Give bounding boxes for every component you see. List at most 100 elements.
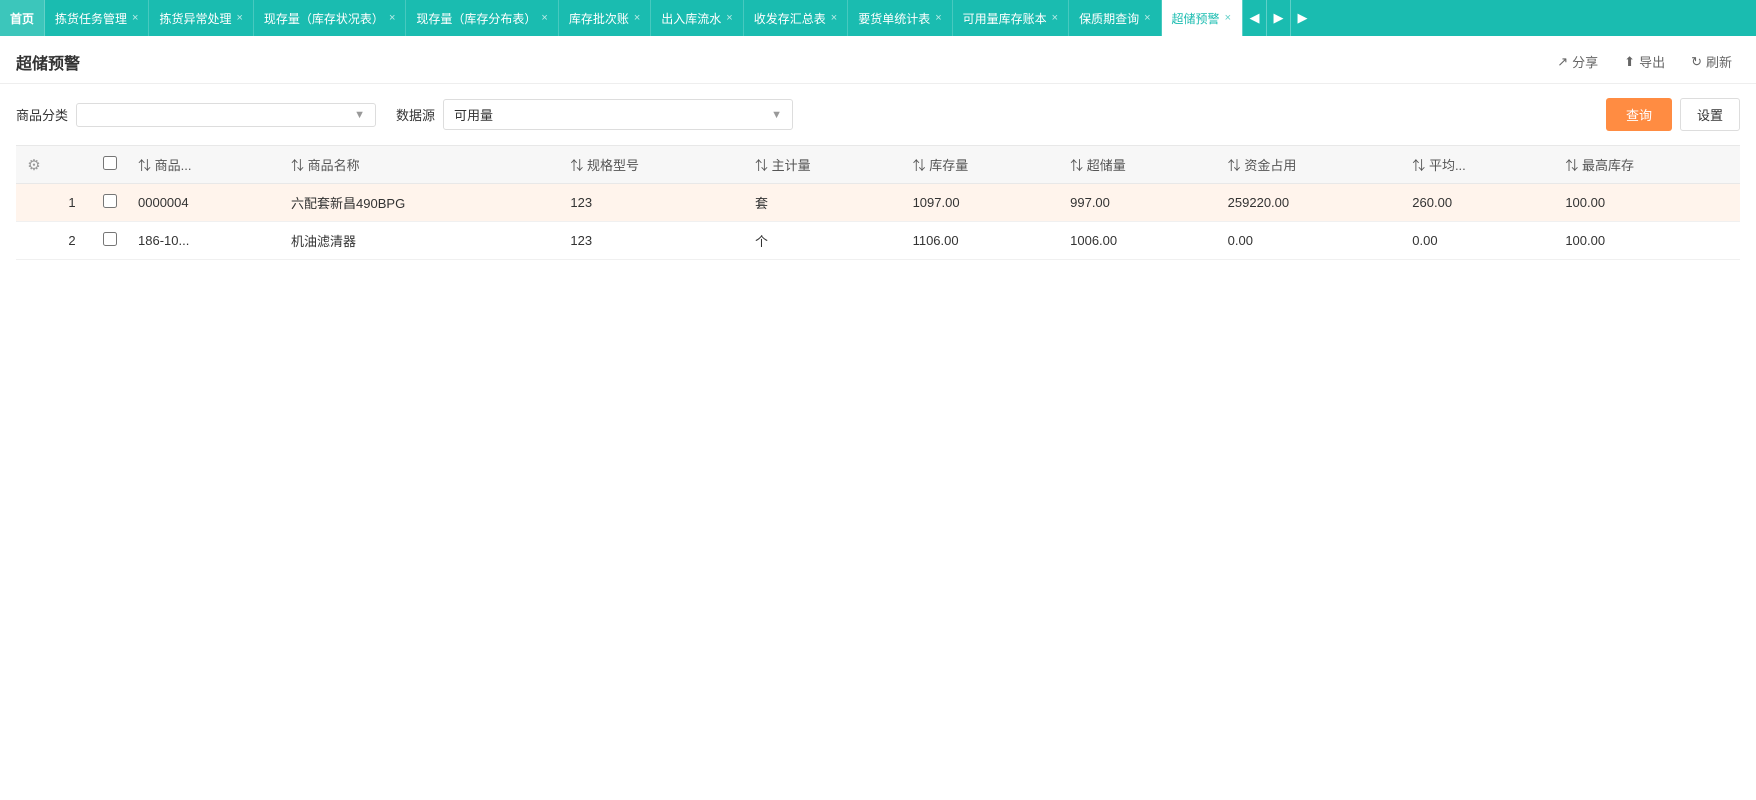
export-label: 导出 — [1639, 52, 1665, 71]
nav-tab-active-close[interactable]: × — [1225, 12, 1231, 24]
nav-tab-6[interactable]: 出入库流水 × — [651, 0, 743, 36]
nav-tab-7[interactable]: 收发存汇总表 × — [744, 0, 848, 36]
row-unit: 个 — [745, 222, 903, 260]
table-row: 2 186-10... 机油滤清器 123 个 1106.00 1006.00 … — [16, 222, 1740, 260]
nav-tab-3[interactable]: 现存量（库存状况表） × — [254, 0, 406, 36]
col-header-max-stock[interactable]: ⇅ 最高库存 — [1555, 146, 1740, 184]
top-navigation: 首页 拣货任务管理 × 拣货异常处理 × 现存量（库存状况表） × 现存量（库存… — [0, 0, 1756, 36]
row-max-stock: 100.00 — [1555, 222, 1740, 260]
nav-tab-8-close[interactable]: × — [935, 12, 941, 24]
table-body: 1 0000004 六配套新昌490BPG 123 套 1097.00 997.… — [16, 184, 1740, 260]
nav-tab-10-close[interactable]: × — [1144, 12, 1150, 24]
row-checkbox-cell — [92, 222, 128, 260]
nav-tab-2-label: 拣货异常处理 — [159, 10, 231, 27]
category-select[interactable]: ▼ — [76, 103, 376, 127]
nav-tab-9[interactable]: 可用量库存账本 × — [953, 0, 1069, 36]
refresh-button[interactable]: ↻ 刷新 — [1683, 48, 1740, 75]
nav-tab-active[interactable]: 超储预警 × — [1162, 0, 1242, 36]
nav-tab-10[interactable]: 保质期查询 × — [1069, 0, 1161, 36]
datasource-filter: 数据源 可用量 ▼ — [396, 99, 793, 130]
nav-tab-6-label: 出入库流水 — [661, 10, 721, 27]
col-header-checkbox — [92, 146, 128, 184]
datasource-label: 数据源 — [396, 105, 435, 124]
nav-expand-arrow[interactable]: ▶ — [1290, 0, 1314, 36]
query-button[interactable]: 查询 — [1606, 98, 1672, 131]
table-row: 1 0000004 六配套新昌490BPG 123 套 1097.00 997.… — [16, 184, 1740, 222]
nav-home[interactable]: 首页 — [0, 0, 45, 36]
row-stock: 1106.00 — [903, 222, 1061, 260]
table-container: ⚙ ⇅ 商品... ⇅ 商品名称 ⇅ 规格型号 — [0, 145, 1756, 260]
category-label: 商品分类 — [16, 105, 68, 124]
row-checkbox-1[interactable] — [103, 232, 117, 246]
col-header-no — [52, 146, 92, 184]
refresh-label: 刷新 — [1706, 52, 1732, 71]
row-checkbox-0[interactable] — [103, 194, 117, 208]
nav-tab-5-close[interactable]: × — [634, 12, 640, 24]
header-actions: ↗ 分享 ⬆ 导出 ↻ 刷新 — [1549, 48, 1740, 75]
nav-tab-6-close[interactable]: × — [726, 12, 732, 24]
category-filter: 商品分类 ▼ — [16, 103, 376, 127]
row-checkbox-cell — [92, 184, 128, 222]
page-title: 超储预警 — [16, 50, 80, 74]
page-header: 超储预警 ↗ 分享 ⬆ 导出 ↻ 刷新 — [0, 36, 1756, 84]
nav-tab-3-label: 现存量（库存状况表） — [264, 10, 384, 27]
row-over-stock: 1006.00 — [1060, 222, 1218, 260]
nav-tab-5-label: 库存批次账 — [569, 10, 629, 27]
export-button[interactable]: ⬆ 导出 — [1616, 48, 1673, 75]
nav-tab-8[interactable]: 要货单统计表 × — [848, 0, 952, 36]
datasource-select-value: 可用量 — [454, 105, 763, 124]
filter-area: 商品分类 ▼ 数据源 可用量 ▼ 查询 设置 — [0, 84, 1756, 145]
row-product-name: 六配套新昌490BPG — [281, 184, 560, 222]
nav-tab-4-label: 现存量（库存分布表） — [416, 10, 536, 27]
col-header-settings: ⚙ — [16, 146, 52, 184]
nav-home-label: 首页 — [10, 10, 34, 27]
row-settings-cell — [16, 222, 52, 260]
row-product-code: 0000004 — [128, 184, 281, 222]
row-avg: 0.00 — [1402, 222, 1555, 260]
row-no-cell: 2 — [52, 222, 92, 260]
col-header-spec[interactable]: ⇅ 规格型号 — [560, 146, 745, 184]
row-unit: 套 — [745, 184, 903, 222]
col-header-unit[interactable]: ⇅ 主计量 — [745, 146, 903, 184]
row-max-stock: 100.00 — [1555, 184, 1740, 222]
col-header-avg[interactable]: ⇅ 平均... — [1402, 146, 1555, 184]
nav-tab-2[interactable]: 拣货异常处理 × — [149, 0, 253, 36]
nav-tab-7-close[interactable]: × — [831, 12, 837, 24]
select-all-checkbox[interactable] — [103, 156, 117, 170]
row-stock: 1097.00 — [903, 184, 1061, 222]
nav-tab-8-label: 要货单统计表 — [858, 10, 930, 27]
col-header-product-code[interactable]: ⇅ 商品... — [128, 146, 281, 184]
nav-tab-1[interactable]: 拣货任务管理 × — [45, 0, 149, 36]
nav-tab-4[interactable]: 现存量（库存分布表） × — [406, 0, 558, 36]
settings-button[interactable]: 设置 — [1680, 98, 1740, 131]
row-avg: 260.00 — [1402, 184, 1555, 222]
filter-buttons: 查询 设置 — [1606, 98, 1740, 131]
data-table: ⚙ ⇅ 商品... ⇅ 商品名称 ⇅ 规格型号 — [16, 145, 1740, 260]
datasource-chevron-icon: ▼ — [771, 109, 782, 121]
row-no-cell: 1 — [52, 184, 92, 222]
nav-tab-1-label: 拣货任务管理 — [55, 10, 127, 27]
col-header-product-name[interactable]: ⇅ 商品名称 — [281, 146, 560, 184]
row-product-code: 186-10... — [128, 222, 281, 260]
share-icon: ↗ — [1557, 54, 1568, 70]
col-header-over-stock[interactable]: ⇅ 超储量 — [1060, 146, 1218, 184]
table-settings-gear-icon[interactable]: ⚙ — [27, 157, 40, 174]
nav-tab-9-label: 可用量库存账本 — [963, 10, 1047, 27]
nav-tab-5[interactable]: 库存批次账 × — [559, 0, 651, 36]
nav-tab-7-label: 收发存汇总表 — [754, 10, 826, 27]
nav-next-arrow[interactable]: ▶ — [1266, 0, 1290, 36]
col-header-capital[interactable]: ⇅ 资金占用 — [1218, 146, 1403, 184]
col-header-stock[interactable]: ⇅ 库存量 — [903, 146, 1061, 184]
share-label: 分享 — [1572, 52, 1598, 71]
row-product-name: 机油滤清器 — [281, 222, 560, 260]
datasource-select[interactable]: 可用量 ▼ — [443, 99, 793, 130]
nav-tab-9-close[interactable]: × — [1052, 12, 1058, 24]
share-button[interactable]: ↗ 分享 — [1549, 48, 1606, 75]
row-capital: 0.00 — [1218, 222, 1403, 260]
nav-tab-3-close[interactable]: × — [389, 12, 395, 24]
nav-prev-arrow[interactable]: ◀ — [1242, 0, 1266, 36]
nav-tab-2-close[interactable]: × — [236, 12, 242, 24]
nav-tab-1-close[interactable]: × — [132, 12, 138, 24]
row-settings-cell — [16, 184, 52, 222]
nav-tab-4-close[interactable]: × — [541, 12, 547, 24]
